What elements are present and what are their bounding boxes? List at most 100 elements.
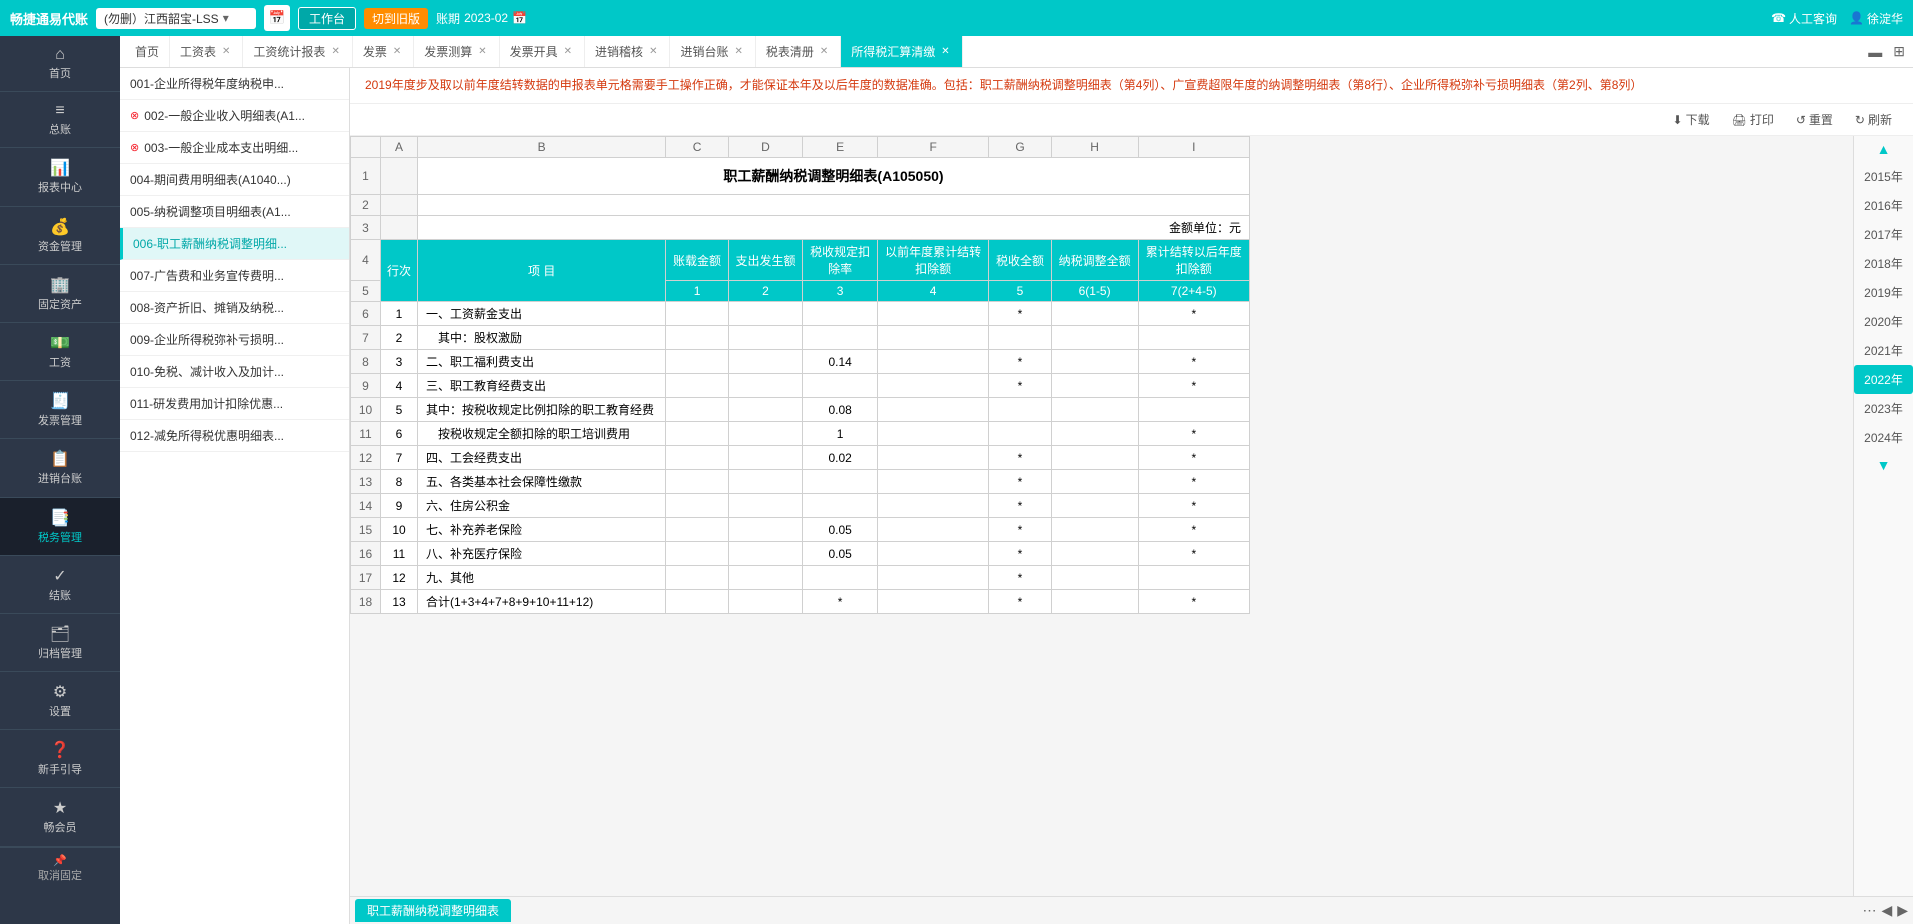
year-2022[interactable]: 2022年 xyxy=(1854,365,1913,394)
left-item-010[interactable]: 010-免税、减计收入及加计... xyxy=(120,356,349,388)
assets-icon: 🏢 xyxy=(50,275,70,295)
year-2016[interactable]: 2016年 xyxy=(1854,191,1913,220)
print-button[interactable]: 🖨 打印 xyxy=(1726,109,1780,130)
tab-income-tax-close[interactable]: ✕ xyxy=(939,46,951,57)
cancel-pin-button[interactable]: 📌 取消固定 xyxy=(0,847,120,889)
tab-invoice-calc-close[interactable]: ✕ xyxy=(476,46,488,57)
left-item-008[interactable]: 008-资产折旧、摊销及纳税... xyxy=(120,292,349,324)
row-1-num: 1 xyxy=(351,158,381,195)
tab-ledger-close[interactable]: ✕ xyxy=(732,46,744,57)
period-value: 2023-02 xyxy=(464,11,508,25)
year-down-button[interactable]: ▼ xyxy=(1854,452,1913,478)
tab-invoice-issue-close[interactable]: ✕ xyxy=(562,46,574,57)
refresh-button[interactable]: ↻ 刷新 xyxy=(1849,109,1898,130)
bottom-dots-icon[interactable]: ⋯ xyxy=(1862,902,1876,919)
tab-payroll-stats[interactable]: 工资统计报表 ✕ xyxy=(243,36,352,68)
sidebar-item-archive[interactable]: 🗂 归档管理 xyxy=(0,614,120,672)
col-header-row-1: 4 行次 项 目 账载金额 支出发生额 税收规定扣除率 以前年度累计结转扣除额 … xyxy=(351,240,1250,281)
purchases-icon: 📋 xyxy=(50,449,70,469)
sidebar-item-assets[interactable]: 🏢 固定资产 xyxy=(0,265,120,323)
sidebar-label-guide: 新手引导 xyxy=(38,764,82,777)
tab-audit[interactable]: 进销稽核 ✕ xyxy=(585,36,670,68)
sidebar-item-member[interactable]: ★ 畅会员 xyxy=(0,788,120,846)
left-item-004[interactable]: 004-期间费用明细表(A1040...) xyxy=(120,164,349,196)
switch-button[interactable]: 切到旧版 xyxy=(364,8,428,29)
bottom-scroll-right-icon[interactable]: ▶ xyxy=(1897,902,1908,919)
reset-button[interactable]: ↺ 重置 xyxy=(1790,109,1839,130)
unit-label: 金额单位：元 xyxy=(418,216,1250,240)
tab-invoice[interactable]: 发票 ✕ xyxy=(353,36,414,68)
tab-ledger[interactable]: 进销台账 ✕ xyxy=(670,36,755,68)
tab-tax-list-close[interactable]: ✕ xyxy=(818,46,830,57)
calendar-icon-btn[interactable]: 📅 xyxy=(264,5,290,31)
tabs-expand-icon[interactable]: ⊞ xyxy=(1890,43,1908,60)
row-4-num: 4 xyxy=(351,240,381,281)
download-button[interactable]: ⬇ 下载 xyxy=(1667,109,1716,130)
left-item-001[interactable]: 001-企业所得税年度纳税申... xyxy=(120,68,349,100)
sidebar-item-salary[interactable]: 💵 工资 xyxy=(0,323,120,381)
sidebar-item-ledger[interactable]: ≡ 总账 xyxy=(0,92,120,148)
left-item-011[interactable]: 011-研发费用加计扣除优惠... xyxy=(120,388,349,420)
year-2019[interactable]: 2019年 xyxy=(1854,278,1913,307)
data-row-12: 12 7 四、工会经费支出 0.02 * * xyxy=(351,446,1250,470)
tab-payroll-stats-close[interactable]: ✕ xyxy=(329,46,341,57)
tab-invoice-issue-label: 发票开具 xyxy=(510,43,558,60)
sidebar-item-tax[interactable]: 📑 税务管理 xyxy=(0,498,120,556)
left-item-006[interactable]: 006-职工薪酬纳税调整明细... xyxy=(120,228,349,260)
bottom-scroll-left-icon[interactable]: ◀ xyxy=(1881,902,1892,919)
sidebar-item-purchases[interactable]: 📋 进销台账 xyxy=(0,439,120,497)
sidebar-item-guide[interactable]: ❓ 新手引导 xyxy=(0,730,120,788)
left-item-005[interactable]: 005-纳税调整项目明细表(A1... xyxy=(120,196,349,228)
tab-payroll[interactable]: 工资表 ✕ xyxy=(170,36,243,68)
sidebar-item-finance[interactable]: 💰 资金管理 xyxy=(0,207,120,265)
tab-invoice-calc[interactable]: 发票测算 ✕ xyxy=(414,36,499,68)
workbench-button[interactable]: 工作台 xyxy=(298,7,356,30)
tab-invoice-issue[interactable]: 发票开具 ✕ xyxy=(500,36,585,68)
tab-home[interactable]: 首页 xyxy=(125,36,170,68)
tab-invoice-close[interactable]: ✕ xyxy=(391,46,403,57)
header-c7: 累计结转以后年度扣除额 xyxy=(1138,240,1249,281)
left-item-012[interactable]: 012-减免所得税优惠明细表... xyxy=(120,420,349,452)
left-item-002[interactable]: ⊗ 002-一般企业收入明细表(A1... xyxy=(120,100,349,132)
tab-audit-close[interactable]: ✕ xyxy=(647,46,659,57)
left-item-007[interactable]: 007-广告费和业务宣传费明... xyxy=(120,260,349,292)
sidebar-item-close[interactable]: ✓ 结账 xyxy=(0,556,120,614)
col-H-header: H xyxy=(1051,137,1138,158)
year-2023[interactable]: 2023年 xyxy=(1854,394,1913,423)
sidebar-item-settings[interactable]: ⚙ 设置 xyxy=(0,672,120,730)
tab-income-tax[interactable]: 所得税汇算清缴 ✕ xyxy=(841,36,962,68)
year-2021[interactable]: 2021年 xyxy=(1854,336,1913,365)
year-2018[interactable]: 2018年 xyxy=(1854,249,1913,278)
period-display: 账期 2023-02 📅 xyxy=(436,10,527,27)
data-row-16: 16 11 八、补充医疗保险 0.05 * * xyxy=(351,542,1250,566)
year-2015[interactable]: 2015年 xyxy=(1854,162,1913,191)
download-icon: ⬇ xyxy=(1673,113,1683,127)
sidebar-item-invoice[interactable]: 🧾 发票管理 xyxy=(0,381,120,439)
year-2020[interactable]: 2020年 xyxy=(1854,307,1913,336)
left-item-012-label: 012-减免所得税优惠明细表... xyxy=(130,427,284,444)
company-selector[interactable]: (勿删）江西韶宝-LSS ▾ xyxy=(96,8,256,29)
warning-text: 2019年度步及取以前年度结转数据的申报表单元格需要手工操作正确，才能保证本年及… xyxy=(365,78,1642,92)
tab-invoice-calc-label: 发票测算 xyxy=(424,43,472,60)
sidebar-item-home[interactable]: ⌂ 首页 xyxy=(0,36,120,92)
bottom-sheet-tab[interactable]: 职工薪酬纳税调整明细表 xyxy=(355,899,511,922)
left-item-004-label: 004-期间费用明细表(A1040...) xyxy=(130,171,291,188)
period-calendar-icon[interactable]: 📅 xyxy=(512,11,527,25)
row-index-header: A B C D E F G H I xyxy=(351,137,1250,158)
row-2-A xyxy=(381,195,418,216)
data-row-9: 9 4 三、职工教育经费支出 * * xyxy=(351,374,1250,398)
tab-payroll-close[interactable]: ✕ xyxy=(220,46,232,57)
sidebar-label-reports: 报表中心 xyxy=(38,182,82,195)
help-button[interactable]: ☎ 人工客询 xyxy=(1771,10,1837,27)
top-bar: 畅捷通易代账 (勿删）江西韶宝-LSS ▾ 📅 工作台 切到旧版 账期 2023… xyxy=(0,0,1913,36)
year-2017[interactable]: 2017年 xyxy=(1854,220,1913,249)
tabs-collapse-icon[interactable]: ▬ xyxy=(1865,44,1885,60)
user-menu[interactable]: 👤 徐淀华 xyxy=(1849,10,1903,27)
tab-tax-list[interactable]: 税表清册 ✕ xyxy=(756,36,841,68)
left-item-009[interactable]: 009-企业所得税弥补亏损明... xyxy=(120,324,349,356)
sidebar-item-reports[interactable]: 📊 报表中心 xyxy=(0,148,120,206)
year-up-button[interactable]: ▲ xyxy=(1854,136,1913,162)
left-item-003[interactable]: ⊗ 003-一般企业成本支出明细... xyxy=(120,132,349,164)
bottom-tab-icons: ⋯ ◀ ▶ xyxy=(1862,902,1908,919)
year-2024[interactable]: 2024年 xyxy=(1854,423,1913,452)
